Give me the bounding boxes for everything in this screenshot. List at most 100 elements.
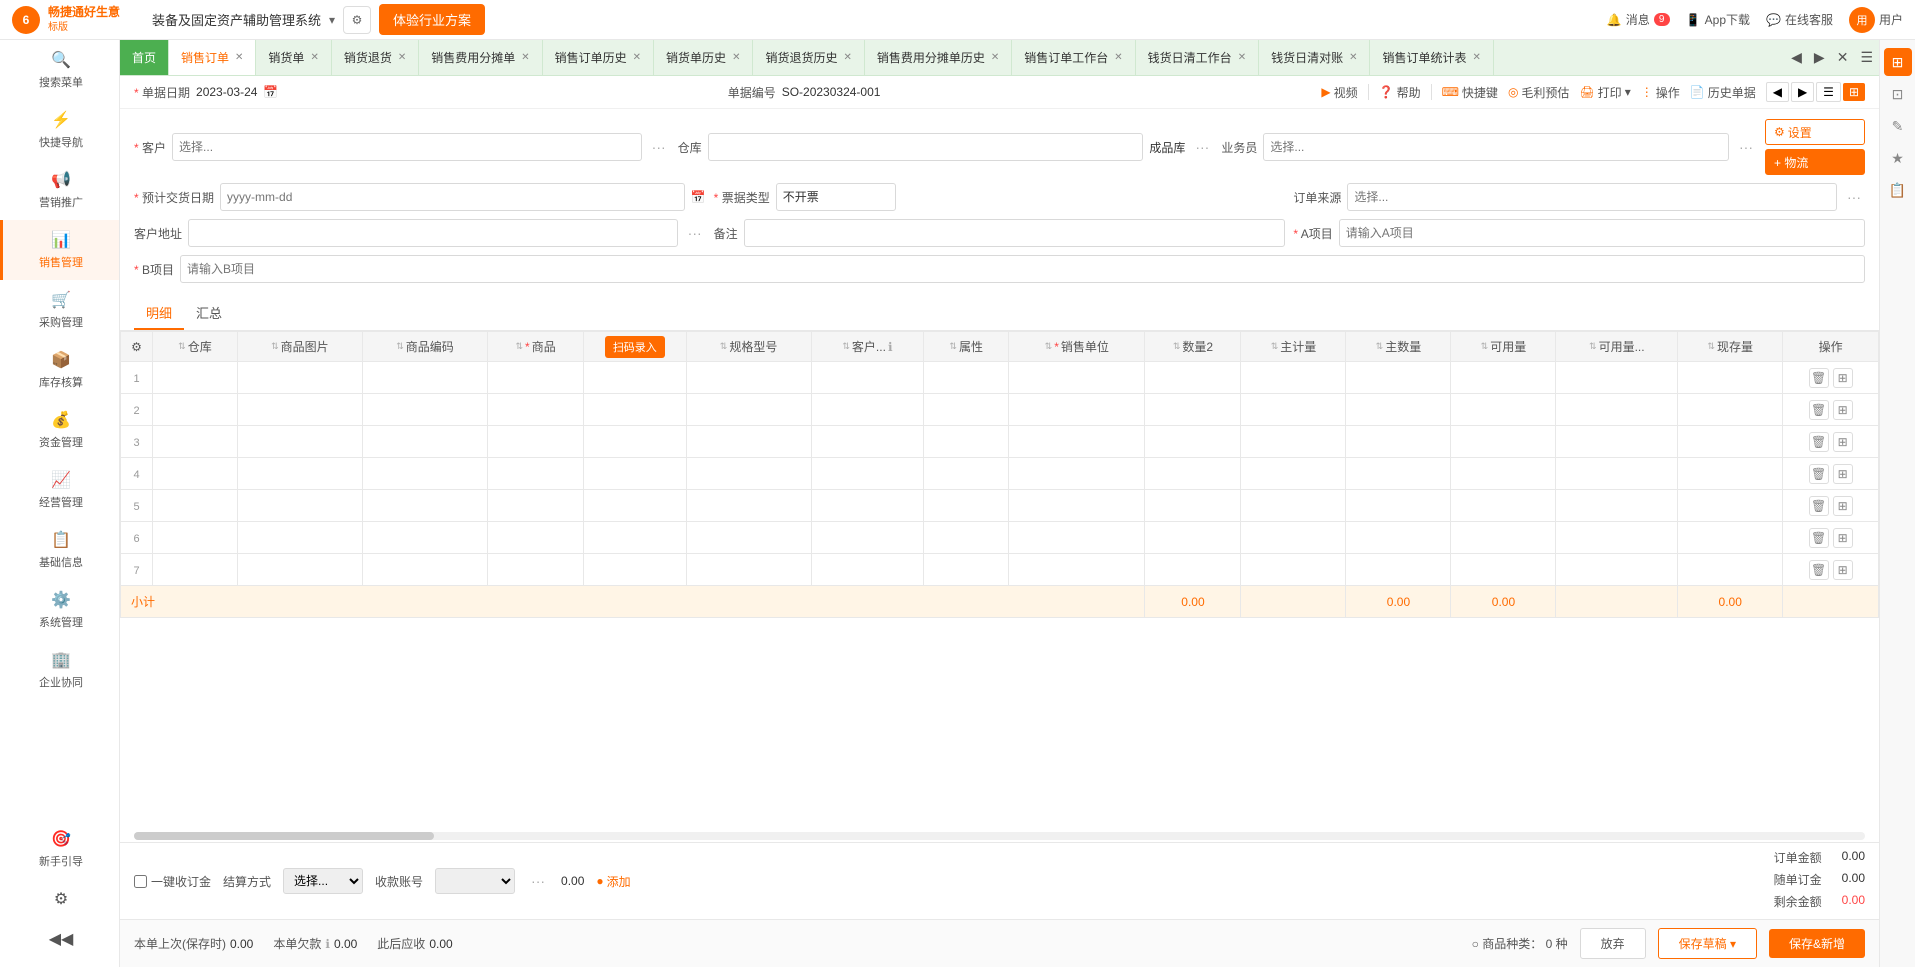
sidebar-item-basic[interactable]: 📋 基础信息: [0, 520, 119, 580]
tab-sales-return[interactable]: 销货单 ✕: [256, 40, 331, 75]
col-main-qty[interactable]: ⇅ 主数量: [1346, 332, 1451, 362]
tab-prev-btn[interactable]: ◀: [1785, 49, 1808, 66]
row-2-main-qty[interactable]: [1346, 394, 1451, 426]
tab-close-sales-fee[interactable]: ✕: [521, 52, 529, 63]
save-draft-btn[interactable]: 保存草稿 ▾: [1658, 928, 1757, 959]
auto-settle-checkbox[interactable]: [134, 875, 147, 888]
sidebar-settings-btn[interactable]: ⚙: [0, 879, 119, 919]
row-5-delete-btn[interactable]: 🗑: [1809, 496, 1829, 516]
row-2-delete-btn[interactable]: 🗑: [1809, 400, 1829, 420]
scan-btn[interactable]: 扫码录入: [605, 336, 665, 358]
col-settings[interactable]: ⚙: [121, 332, 153, 362]
warehouse-dots-btn[interactable]: ···: [1191, 139, 1213, 155]
toolbar-print[interactable]: 🖨 打印 ▾: [1579, 84, 1630, 101]
row-7-delete-btn[interactable]: 🗑: [1809, 560, 1829, 580]
add-record-btn[interactable]: ● 添加: [596, 873, 630, 890]
b-project-input[interactable]: [180, 255, 1865, 283]
row-1-available2[interactable]: [1556, 362, 1678, 394]
tab-close-ledger-daily[interactable]: ✕: [1238, 52, 1246, 63]
sidebar-item-finance[interactable]: 💰 资金管理: [0, 400, 119, 460]
col-product-img[interactable]: ⇅ 商品图片: [237, 332, 362, 362]
tab-close-fee-history[interactable]: ✕: [991, 52, 999, 63]
delivery-input[interactable]: [220, 183, 685, 211]
sidebar-item-purchase[interactable]: 🛒 采购管理: [0, 280, 119, 340]
industry-btn[interactable]: 体验行业方案: [379, 4, 485, 35]
row-1-main-qty[interactable]: [1346, 362, 1451, 394]
row-1-attribute[interactable]: [924, 362, 1009, 394]
app-download-item[interactable]: 📱 App下载: [1686, 11, 1750, 28]
toolbar-history[interactable]: 📄 历史单据: [1690, 84, 1756, 101]
toolbar-profit[interactable]: ◎ 毛利预估: [1508, 84, 1570, 101]
tab-close-sales-order[interactable]: ✕: [235, 52, 243, 63]
row-1-product-code[interactable]: [362, 362, 487, 394]
row-4-delete-btn[interactable]: 🗑: [1809, 464, 1829, 484]
row-2-product[interactable]: [488, 394, 584, 426]
right-icon-grid[interactable]: ⊞: [1884, 48, 1912, 76]
toolbar-help[interactable]: ❓ 帮助: [1379, 84, 1421, 101]
discard-btn[interactable]: 放弃: [1580, 928, 1646, 959]
row-1-warehouse[interactable]: [153, 362, 238, 394]
row-1-main-unit[interactable]: [1241, 362, 1346, 394]
tab-close-sales-stat[interactable]: ✕: [1473, 52, 1481, 63]
row-1-product-img[interactable]: [237, 362, 362, 394]
system-dropdown-btn[interactable]: ▾: [329, 13, 335, 27]
tab-close-sales-return[interactable]: ✕: [310, 52, 318, 63]
right-icon-edit[interactable]: ✎: [1884, 112, 1912, 140]
tab-summary[interactable]: 汇总: [184, 297, 234, 330]
sidebar-item-system[interactable]: ⚙️ 系统管理: [0, 580, 119, 640]
row-7-copy-btn[interactable]: ⊞: [1833, 560, 1853, 580]
horizontal-scrollbar[interactable]: [134, 832, 1865, 840]
tab-next-btn[interactable]: ▶: [1808, 49, 1831, 66]
order-source-input[interactable]: [1347, 183, 1837, 211]
row-2-product-img[interactable]: [237, 394, 362, 426]
col-customer-code[interactable]: ⇅ 客户... ℹ: [811, 332, 924, 362]
col-warehouse[interactable]: ⇅ 仓库: [153, 332, 238, 362]
col-spec[interactable]: ⇅ 规格型号: [686, 332, 811, 362]
sidebar-item-search[interactable]: 🔍 搜索菜单: [0, 40, 119, 100]
col-product[interactable]: ⇅ *商品: [488, 332, 584, 362]
row-1-available[interactable]: [1451, 362, 1556, 394]
auto-settle-checkbox-label[interactable]: 一键收订金: [134, 873, 211, 890]
row-2-unit[interactable]: [1009, 394, 1145, 426]
sidebar-item-newbie[interactable]: 🎯 新手引导: [0, 819, 119, 879]
toolbar-shortcut[interactable]: ⌨ 快捷键: [1442, 84, 1498, 101]
tab-ledger-daily[interactable]: 钱货日清工作台 ✕: [1136, 40, 1259, 75]
tab-sales-fee-history[interactable]: 销售费用分摊单历史 ✕: [865, 40, 1012, 75]
tab-sales-stat[interactable]: 销售订单统计表 ✕: [1370, 40, 1493, 75]
row-1-copy-btn[interactable]: ⊞: [1833, 368, 1853, 388]
tab-sales-return-history[interactable]: 销货单历史 ✕: [654, 40, 753, 75]
staff-dots-btn[interactable]: ···: [1735, 139, 1757, 155]
row-3-delete-btn[interactable]: 🗑: [1809, 432, 1829, 452]
row-6-delete-btn[interactable]: 🗑: [1809, 528, 1829, 548]
col-qty2[interactable]: ⇅ 数量2: [1145, 332, 1241, 362]
row-1-customer-code[interactable]: [811, 362, 924, 394]
table-view-btn[interactable]: ⊞: [1843, 83, 1865, 101]
row-1-product[interactable]: [488, 362, 584, 394]
tab-detail[interactable]: 明细: [134, 297, 184, 330]
row-2-attribute[interactable]: [924, 394, 1009, 426]
tab-menu-btn[interactable]: ☰: [1854, 49, 1879, 66]
warehouse-input[interactable]: [708, 133, 1144, 161]
nav-prev-btn[interactable]: ◀: [1766, 82, 1789, 102]
system-settings-btn[interactable]: ⚙: [343, 6, 371, 34]
tab-ledger-reconcile[interactable]: 钱货日清对账 ✕: [1259, 40, 1370, 75]
row-2-scan[interactable]: [584, 394, 686, 426]
sidebar-item-operations[interactable]: 📈 经营管理: [0, 460, 119, 520]
row-2-available[interactable]: [1451, 394, 1556, 426]
tab-close-ledger-reconcile[interactable]: ✕: [1349, 52, 1357, 63]
row-3-copy-btn[interactable]: ⊞: [1833, 432, 1853, 452]
remark-input[interactable]: [744, 219, 1286, 247]
a-project-input[interactable]: [1339, 219, 1865, 247]
address-dots-btn[interactable]: ···: [684, 225, 706, 241]
sidebar-item-quick-nav[interactable]: ⚡ 快捷导航: [0, 100, 119, 160]
settings-form-btn[interactable]: ⚙ 设置: [1765, 119, 1865, 145]
tab-sales-order[interactable]: 销售订单 ✕: [169, 40, 256, 75]
tab-close-order-history[interactable]: ✕: [633, 52, 641, 63]
notice-item[interactable]: 🔔 消息 9: [1607, 11, 1670, 28]
col-unit[interactable]: ⇅ *销售单位: [1009, 332, 1145, 362]
sidebar-item-sales[interactable]: 📊 销售管理: [0, 220, 119, 280]
row-2-available2[interactable]: [1556, 394, 1678, 426]
row-4-copy-btn[interactable]: ⊞: [1833, 464, 1853, 484]
account-no-select[interactable]: [435, 868, 515, 894]
col-available2[interactable]: ⇅ 可用量...: [1556, 332, 1678, 362]
